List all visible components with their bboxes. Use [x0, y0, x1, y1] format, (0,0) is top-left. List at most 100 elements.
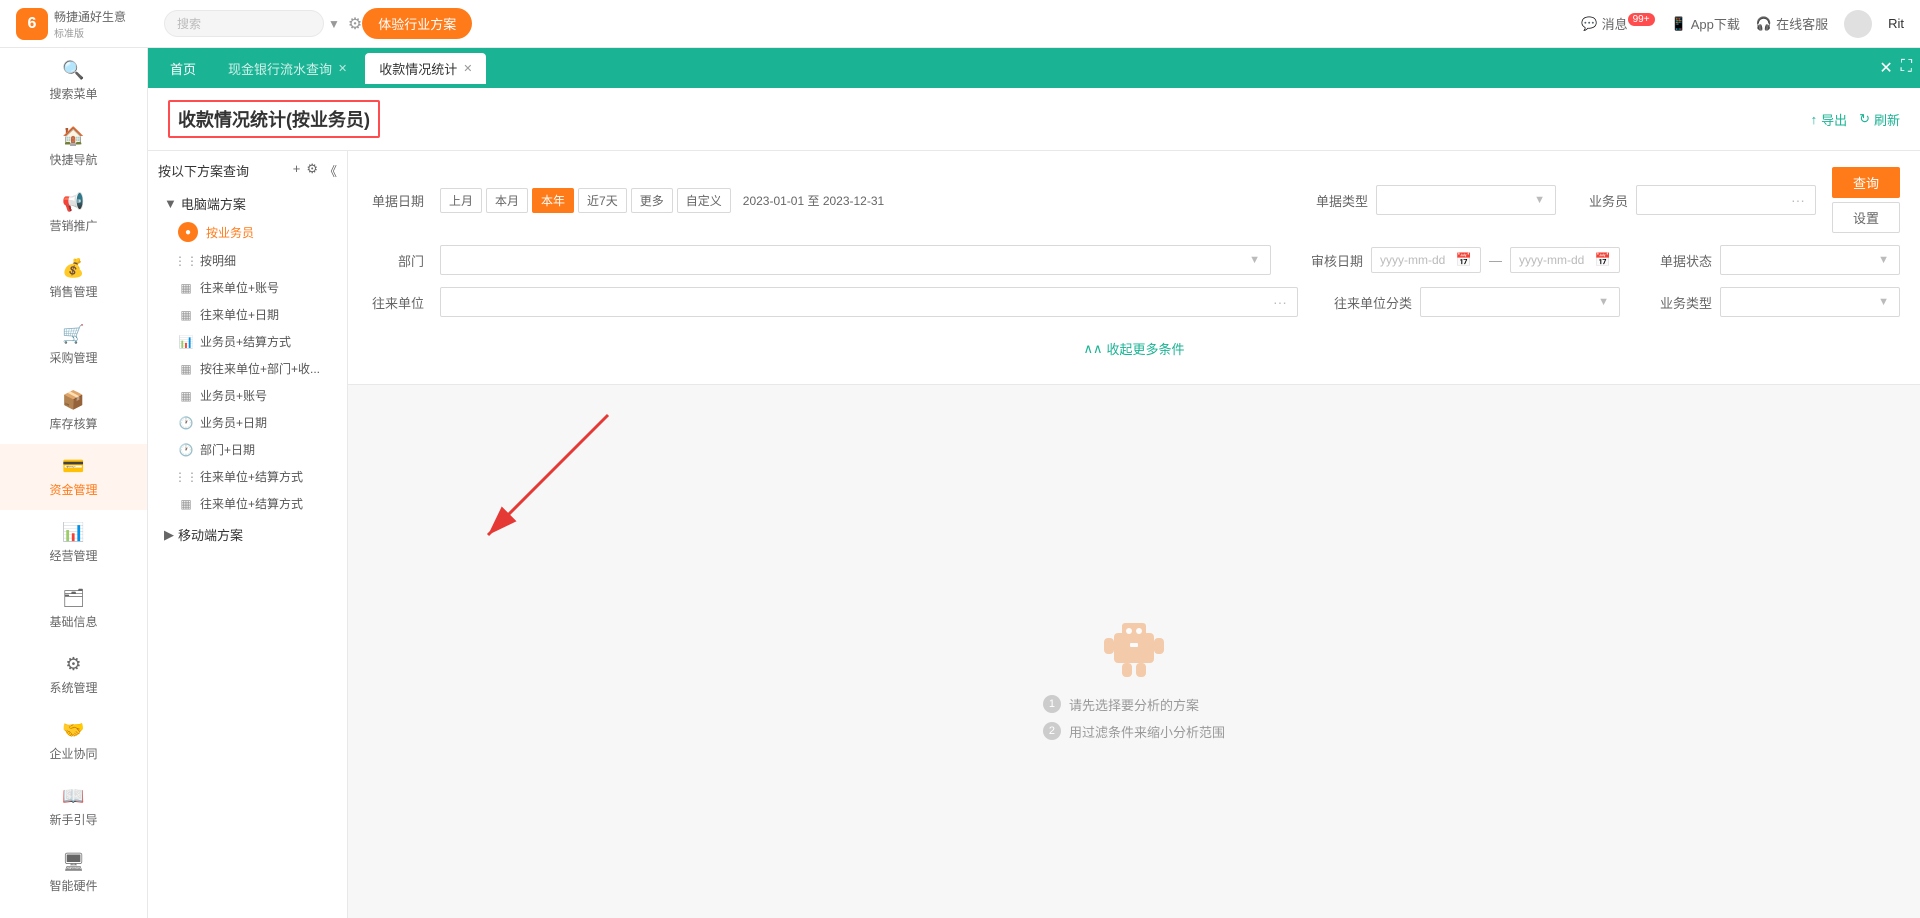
tree-child-salesman-account[interactable]: ▦ 业务员+账号 — [158, 382, 337, 409]
content-area: 首页 现金银行流水查询 ✕ 收款情况统计 ✕ ✕ ⛶ 收款情况统计(按业务员) … — [148, 48, 1920, 918]
trial-button[interactable]: 体验行业方案 — [362, 8, 472, 39]
tree-child-salesman-settle[interactable]: 📊 业务员+结算方式 — [158, 328, 337, 355]
user-avatar[interactable] — [1844, 10, 1872, 38]
tree-child-dept-date[interactable]: 🕐 部门+日期 — [158, 436, 337, 463]
main-layout: 🔍 搜索菜单 🏠 快捷导航 📢 营销推广 💰 销售管理 🛒 采购管理 📦 库存核… — [0, 0, 1920, 918]
tab-expand-icon[interactable]: ⛶ — [1901, 58, 1912, 78]
top-header: 6 畅捷通好生意 标准版 搜索 ▼ ⚙ 体验行业方案 💬 消息 99+ 📱 Ap… — [0, 0, 1920, 48]
sidebar-label-inventory: 库存核算 — [49, 415, 97, 432]
tree-mobile-arrow: ▶ — [164, 527, 174, 543]
sidebar-item-guide[interactable]: 📖 新手引导 — [0, 774, 147, 840]
date-tab-this-month[interactable]: 本月 — [486, 188, 528, 213]
tree-child-unit-date[interactable]: ▦ 往来单位+日期 — [158, 301, 337, 328]
messages-item[interactable]: 💬 消息 99+ — [1581, 14, 1654, 33]
sidebar-label-system: 系统管理 — [49, 679, 97, 696]
sidebar-item-operation[interactable]: 📊 经营管理 — [0, 510, 147, 576]
filter-row-1: 单据日期 上月 本月 本年 近7天 更多 自定义 2023-01-01 至 20… — [368, 167, 1900, 233]
tip-text-1: 请先选择要分析的方案 — [1069, 695, 1199, 714]
from-unit-category-select[interactable]: ▼ — [1420, 287, 1620, 317]
right-area: 单据日期 上月 本月 本年 近7天 更多 自定义 2023-01-01 至 20… — [348, 151, 1920, 918]
tab-bank-flow-close[interactable]: ✕ — [338, 62, 347, 75]
sidebar-item-quick-nav[interactable]: 🏠 快捷导航 — [0, 114, 147, 180]
date-tab-last-month[interactable]: 上月 — [440, 188, 482, 213]
sidebar-item-inventory[interactable]: 📦 库存核算 — [0, 378, 147, 444]
doc-type-label: 单据类型 — [1312, 191, 1368, 210]
tree-mobile-parent[interactable]: ▶ 移动端方案 — [158, 521, 337, 548]
sidebar-item-sales[interactable]: 💰 销售管理 — [0, 246, 147, 312]
tree-child-salesman-account-label: 业务员+账号 — [200, 387, 267, 404]
sidebar-label-quick-nav: 快捷导航 — [49, 151, 97, 168]
tree-child-dept-date-label: 部门+日期 — [200, 441, 255, 458]
panel-collapse-icon[interactable]: 《 — [324, 161, 337, 180]
tab-bank-flow[interactable]: 现金银行流水查询 ✕ — [214, 53, 361, 84]
tab-collection-stats[interactable]: 收款情况统计 ✕ — [365, 53, 486, 84]
biz-type-select[interactable]: ▼ — [1720, 287, 1900, 317]
sidebar-item-purchase[interactable]: 🛒 采购管理 — [0, 312, 147, 378]
panel-add-icon[interactable]: + — [293, 161, 301, 180]
nav-dropdown[interactable]: ▼ — [328, 17, 340, 31]
date-tab-custom[interactable]: 自定义 — [677, 188, 731, 213]
review-date-start[interactable]: yyyy-mm-dd 📅 — [1371, 247, 1481, 273]
refresh-button[interactable]: ↻ 刷新 — [1859, 110, 1900, 129]
tree-child-unit-settle2[interactable]: ▦ 往来单位+结算方式 — [158, 490, 337, 517]
review-date-end[interactable]: yyyy-mm-dd 📅 — [1510, 247, 1620, 273]
sidebar-label-purchase: 采购管理 — [49, 349, 97, 366]
panel-header-icons: + ⚙ 《 — [293, 161, 337, 180]
dept-select[interactable]: ▼ — [440, 245, 1271, 275]
tab-home-label: 首页 — [170, 59, 196, 78]
sidebar-item-corp[interactable]: 🤝 企业协同 — [0, 708, 147, 774]
sidebar-item-basic-info[interactable]: 🗂 基础信息 — [0, 576, 147, 642]
user-name: Rit — [1888, 16, 1904, 31]
query-button[interactable]: 查询 — [1832, 167, 1900, 198]
tree-child-unit-dept[interactable]: ▦ 按往来单位+部门+收... — [158, 355, 337, 382]
tree-child-unit-settle1[interactable]: ⋮⋮ 往来单位+结算方式 — [158, 463, 337, 490]
doc-status-select[interactable]: ▼ — [1720, 245, 1900, 275]
unit-settle2-icon: ▦ — [178, 496, 194, 512]
date-tab-more[interactable]: 更多 — [631, 188, 673, 213]
tree-child-salesman-date[interactable]: 🕐 业务员+日期 — [158, 409, 337, 436]
date-separator: — — [1489, 253, 1502, 268]
salesman-select[interactable]: ··· — [1636, 185, 1816, 215]
logo-badge: 标准版 — [54, 25, 126, 40]
tip-num-2: 2 — [1043, 722, 1061, 740]
doc-type-select[interactable]: ▼ — [1376, 185, 1556, 215]
sidebar-item-search-menu[interactable]: 🔍 搜索菜单 — [0, 48, 147, 114]
settings-button[interactable]: 设置 — [1832, 202, 1900, 233]
quick-nav-icon: 🏠 — [62, 126, 84, 147]
tree-child-by-salesman[interactable]: ● 按业务员 — [158, 217, 337, 247]
tab-collection-stats-close[interactable]: ✕ — [463, 62, 472, 75]
sidebar-item-marketing[interactable]: 📢 营销推广 — [0, 180, 147, 246]
date-tab-7days[interactable]: 近7天 — [578, 188, 627, 213]
tree-child-unit-account-label: 往来单位+账号 — [200, 279, 279, 296]
refresh-icon: ↻ — [1859, 111, 1870, 127]
sidebar-item-wechat[interactable]: 💬 企业微信 — [0, 906, 147, 918]
date-tab-this-year[interactable]: 本年 — [532, 188, 574, 213]
sidebar-item-hardware[interactable]: 🖥 智能硬件 — [0, 840, 147, 906]
panel-settings-icon[interactable]: ⚙ — [306, 161, 318, 180]
basic-info-icon: 🗂 — [62, 588, 85, 609]
tree-child-unit-account[interactable]: ▦ 往来单位+账号 — [158, 274, 337, 301]
export-button[interactable]: ↑ 导出 — [1811, 110, 1848, 129]
tab-home[interactable]: 首页 — [156, 53, 210, 84]
settings-icon[interactable]: ⚙ — [348, 14, 362, 34]
tree-child-detail[interactable]: ⋮⋮ 按明细 — [158, 247, 337, 274]
sidebar-label-operation: 经营管理 — [49, 547, 97, 564]
tab-close-all-icon[interactable]: ✕ — [1879, 58, 1892, 78]
sidebar-label-search-menu: 搜索菜单 — [49, 85, 97, 102]
export-label: 导出 — [1821, 110, 1847, 129]
finance-icon: 💳 — [62, 456, 84, 477]
tree-mobile-section: ▶ 移动端方案 — [158, 521, 337, 548]
sidebar-item-system[interactable]: ⚙ 系统管理 — [0, 642, 147, 708]
date-tabs: 上月 本月 本年 近7天 更多 自定义 2023-01-01 至 2023-12… — [440, 188, 884, 213]
tree-desktop-parent[interactable]: ▼ 电脑端方案 — [158, 190, 337, 217]
app-download-item[interactable]: 📱 App下载 — [1671, 14, 1740, 33]
sidebar-item-finance[interactable]: 💳 资金管理 — [0, 444, 147, 510]
salesman-settle-icon: 📊 — [178, 334, 194, 350]
collapse-row[interactable]: ∧∧ 收起更多条件 — [368, 329, 1900, 368]
online-service-item[interactable]: 🎧 在线客服 — [1756, 14, 1828, 33]
tip-item-1: 1 请先选择要分析的方案 — [1043, 695, 1225, 714]
message-icon: 💬 — [1581, 16, 1597, 32]
marketing-icon: 📢 — [62, 192, 84, 213]
dept-label: 部门 — [368, 251, 424, 270]
from-unit-select[interactable]: ··· — [440, 287, 1298, 317]
